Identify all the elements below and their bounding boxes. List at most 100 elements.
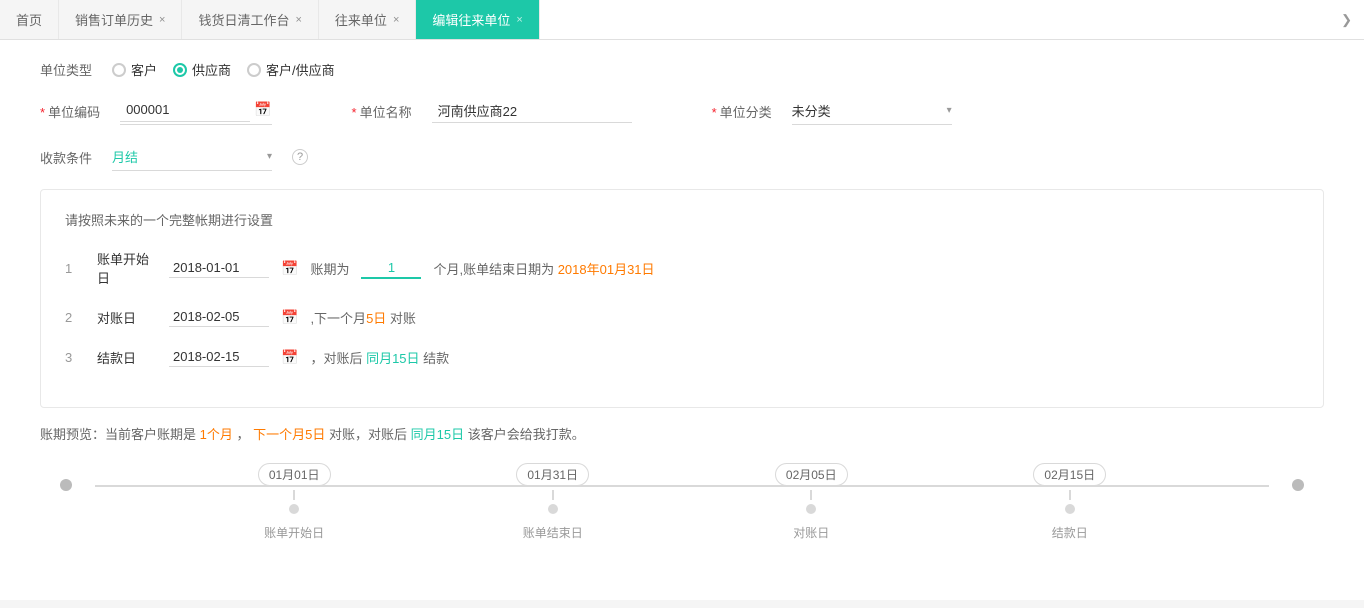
unit-type-radio-group: 客户 供应商 客户/供应商	[112, 60, 335, 79]
tab-edit-partner[interactable]: 编辑往来单位 ×	[416, 0, 539, 39]
payment-condition-label: 收款条件	[40, 148, 92, 167]
period-months-input[interactable]	[361, 258, 421, 279]
tab-cash-workbench[interactable]: 钱货日清工作台 ×	[182, 0, 318, 39]
payment-condition-value: 月结	[112, 147, 263, 166]
unit-code-input[interactable]	[120, 98, 250, 122]
period-settings-box: 请按照未来的一个完整帐期进行设置 1 账单开始日 📅 账期为 个月,账单结束日期…	[40, 189, 1324, 408]
timeline-dot-1	[289, 504, 299, 514]
tab-partner-units-label: 往来单位	[335, 10, 387, 29]
period-row-3-label: 结款日	[97, 348, 157, 367]
payment-condition-help[interactable]: ?	[292, 149, 308, 165]
tab-partner-units[interactable]: 往来单位 ×	[319, 0, 416, 39]
payment-date-calendar-icon[interactable]: 📅	[281, 349, 298, 366]
timeline-badge-4: 02月15日	[1033, 463, 1106, 486]
radio-customer[interactable]: 客户	[112, 60, 157, 79]
preview-middle-1: ，	[237, 427, 250, 442]
reconcile-date-input[interactable]	[169, 307, 269, 327]
tab-sales-history[interactable]: 销售订单历史 ×	[59, 0, 182, 39]
radio-supplier[interactable]: 供应商	[173, 60, 231, 79]
period-desc-3: ，对账后 同月15日 结款	[310, 348, 449, 367]
timeline-stem-1	[293, 490, 295, 500]
period-row-2-label: 对账日	[97, 308, 157, 327]
radio-customer-supplier[interactable]: 客户/供应商	[247, 60, 335, 79]
tab-sales-history-close[interactable]: ×	[159, 14, 165, 26]
tab-edit-partner-label: 编辑往来单位	[432, 10, 510, 29]
period-desc-2: ,下一个月5日 对账	[310, 308, 415, 327]
payment-condition-chevron: ▾	[267, 151, 272, 162]
timeline-end-circle	[1292, 479, 1304, 491]
timeline-stem-2	[552, 490, 554, 500]
unit-category-label: 单位分类	[712, 102, 772, 121]
unit-category-value: 未分类	[792, 101, 943, 120]
radio-supplier-label: 供应商	[192, 60, 231, 79]
radio-customer-circle	[112, 63, 126, 77]
preview-suffix: 该客户会给我打款。	[468, 427, 585, 442]
unit-category-select[interactable]: 未分类 ▾	[792, 97, 952, 125]
timeline-end-dot	[1292, 479, 1304, 491]
timeline-badge-1: 01月01日	[258, 463, 331, 486]
timeline-label-1: 账单开始日	[264, 524, 324, 541]
timeline-node-2: 01月31日 账单结束日	[516, 463, 589, 541]
timeline-label-3: 对账日	[793, 524, 829, 541]
unit-info-row: 单位编码 📅 单位名称 单位分类 未分类 ▾	[40, 97, 1324, 125]
tab-partner-units-close[interactable]: ×	[393, 14, 399, 26]
tab-bar: 首页 销售订单历史 × 钱货日清工作台 × 往来单位 × 编辑往来单位 × ❯	[0, 0, 1364, 40]
timeline-stem-3	[810, 490, 812, 500]
tab-sales-history-label: 销售订单历史	[75, 10, 153, 29]
timeline-stem-4	[1069, 490, 1071, 500]
timeline-badge-2: 01月31日	[516, 463, 589, 486]
main-content: 单位类型 客户 供应商 客户/供应商 单位编码 📅 单位名称 单位分类	[0, 40, 1364, 600]
tab-home[interactable]: 首页	[0, 0, 59, 39]
unit-code-icon[interactable]: 📅	[254, 101, 271, 118]
preview-middle-2: 对账，对账后	[329, 427, 411, 442]
radio-customer-supplier-circle	[247, 63, 261, 77]
tab-edit-partner-close[interactable]: ×	[516, 14, 522, 26]
timeline-start-dot	[60, 479, 72, 491]
tab-home-label: 首页	[16, 10, 42, 29]
payment-condition-select[interactable]: 月结 ▾	[112, 143, 272, 171]
payment-date-input[interactable]	[169, 347, 269, 367]
timeline-badge-3: 02月05日	[775, 463, 848, 486]
timeline-node-3: 02月05日 对账日	[775, 463, 848, 541]
period-row-1-num: 1	[65, 261, 85, 276]
period-desc-1-prefix: 账期为	[310, 259, 349, 278]
preview-text: 账期预览：当前客户账期是 1个月 ， 下一个月5日 对账，对账后 同月15日 该…	[40, 424, 1324, 443]
tab-more-button[interactable]: ❯	[1329, 0, 1364, 39]
timeline-label-4: 结款日	[1052, 524, 1088, 541]
unit-name-input[interactable]	[432, 99, 632, 123]
timeline-start-circle	[60, 479, 72, 491]
unit-type-row: 单位类型 客户 供应商 客户/供应商	[40, 60, 1324, 79]
timeline-node-4: 02月15日 结款日	[1033, 463, 1106, 541]
unit-category-chevron: ▾	[947, 105, 952, 116]
unit-name-label: 单位名称	[352, 102, 412, 121]
period-box-title: 请按照未来的一个完整帐期进行设置	[65, 210, 1299, 229]
timeline-container: 01月01日 账单开始日 01月31日 账单结束日 02月05日 对账日	[40, 463, 1324, 541]
period-row-2-num: 2	[65, 310, 85, 325]
unit-code-wrapper: 📅	[120, 98, 271, 125]
preview-highlight-3: 同月15日	[411, 427, 464, 442]
preview-highlight-1: 1个月	[200, 427, 233, 442]
timeline-node-1: 01月01日 账单开始日	[258, 463, 331, 541]
reconcile-date-calendar-icon[interactable]: 📅	[281, 309, 298, 326]
timeline-dot-2	[548, 504, 558, 514]
period-row-1-label: 账单开始日	[97, 249, 157, 287]
timeline-label-2: 账单结束日	[523, 524, 583, 541]
unit-code-label: 单位编码	[40, 102, 100, 121]
timeline-dot-3	[806, 504, 816, 514]
preview-prefix: 账期预览：当前客户账期是	[40, 427, 196, 442]
period-row-2: 2 对账日 📅 ,下一个月5日 对账	[65, 307, 1299, 327]
period-row-3: 3 结款日 📅 ，对账后 同月15日 结款	[65, 347, 1299, 367]
start-date-calendar-icon[interactable]: 📅	[281, 260, 298, 277]
chevron-right-icon: ❯	[1341, 12, 1352, 28]
tab-cash-workbench-label: 钱货日清工作台	[198, 10, 289, 29]
unit-type-label: 单位类型	[40, 60, 92, 79]
timeline-nodes: 01月01日 账单开始日 01月31日 账单结束日 02月05日 对账日	[60, 463, 1304, 541]
timeline-dot-4	[1065, 504, 1075, 514]
period-row-3-num: 3	[65, 350, 85, 365]
radio-customer-label: 客户	[131, 60, 157, 79]
payment-condition-row: 收款条件 月结 ▾ ?	[40, 143, 1324, 171]
period-desc-1-suffix: 个月,账单结束日期为 2018年01月31日	[433, 259, 654, 278]
radio-customer-supplier-label: 客户/供应商	[266, 60, 335, 79]
tab-cash-workbench-close[interactable]: ×	[295, 14, 301, 26]
start-date-input[interactable]	[169, 258, 269, 278]
